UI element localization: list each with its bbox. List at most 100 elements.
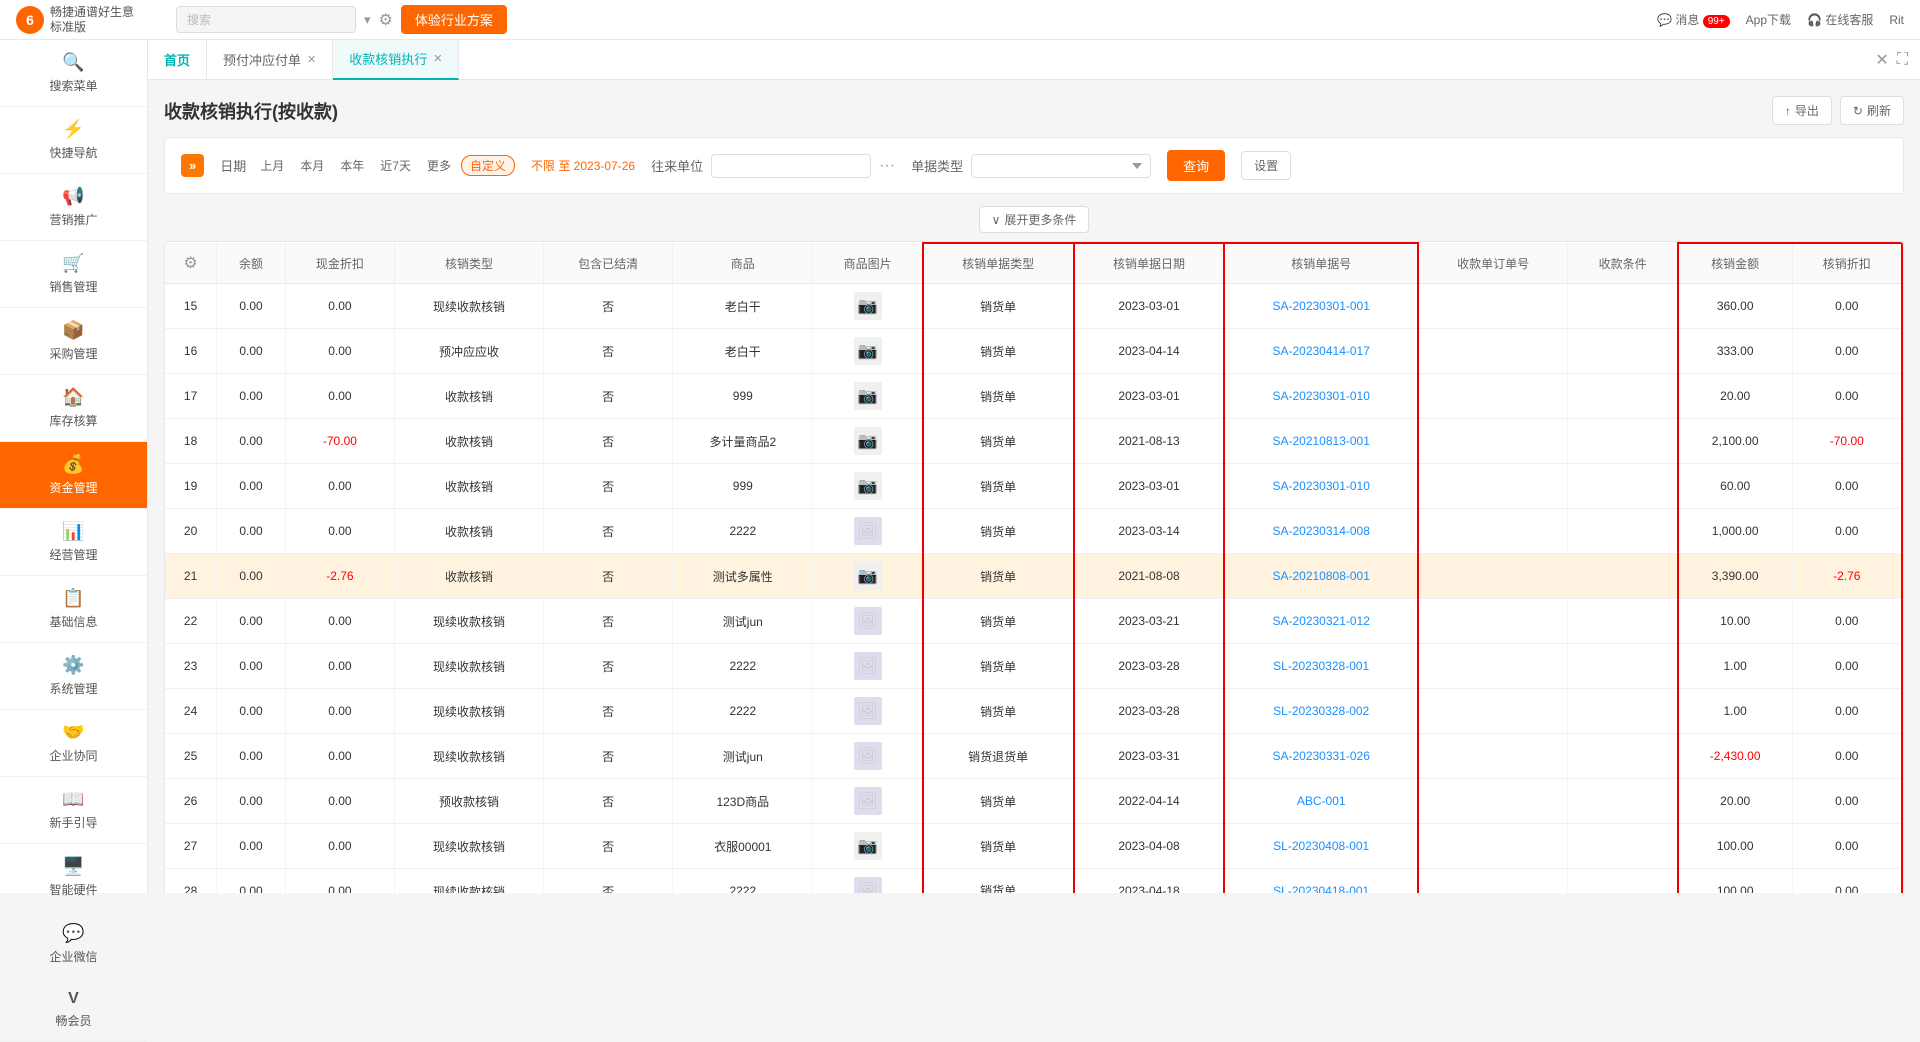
- cell-goods: 测试jun: [673, 599, 813, 644]
- voucher-no-link[interactable]: ABC-001: [1297, 794, 1346, 808]
- tab-close-window-icon[interactable]: ✕: [1875, 50, 1888, 70]
- refresh-button[interactable]: ↻ 刷新: [1840, 96, 1904, 125]
- filter-more[interactable]: 更多: [421, 155, 457, 176]
- dropdown-icon[interactable]: ▾: [364, 12, 371, 28]
- settings-icon[interactable]: ⚙: [379, 10, 393, 30]
- industry-solution-button[interactable]: 体验行业方案: [401, 5, 507, 34]
- voucher-no-link[interactable]: SA-20230321-012: [1272, 614, 1369, 628]
- cell-voucher-type: 销货单: [923, 599, 1074, 644]
- cell-receipt-order: [1418, 869, 1568, 894]
- cell-include-settled: 否: [544, 509, 673, 554]
- cell-cash-discount: 0.00: [285, 329, 394, 374]
- sales-icon: 🛒: [62, 253, 84, 274]
- cell-receipt-order: [1418, 689, 1568, 734]
- sidebar-item-wechat[interactable]: 💬 企业微信: [0, 911, 147, 978]
- tab-prepay[interactable]: 预付冲应付单 ✕: [207, 40, 333, 80]
- cell-balance: 0.00: [217, 689, 286, 734]
- voucher-no-link[interactable]: SA-20230301-010: [1272, 389, 1369, 403]
- user-name[interactable]: Rit: [1889, 13, 1904, 27]
- cell-no: 28: [165, 869, 217, 894]
- sidebar-item-finance[interactable]: 💰 资金管理: [0, 442, 147, 509]
- voucher-no-link[interactable]: SL-20230418-001: [1273, 884, 1369, 893]
- filter-expand-left[interactable]: »: [181, 154, 204, 177]
- cell-write-off-discount: -70.00: [1792, 419, 1902, 464]
- filter-7days[interactable]: 近7天: [374, 155, 417, 176]
- query-button[interactable]: 查询: [1167, 150, 1225, 181]
- voucher-no-link[interactable]: SA-20230301-001: [1272, 299, 1369, 313]
- voucher-no-link[interactable]: SL-20230408-001: [1273, 839, 1369, 853]
- filter-this-year[interactable]: 本年: [334, 155, 370, 176]
- cell-write-off-amount: -2,430.00: [1678, 734, 1792, 779]
- tab-receipt-close[interactable]: ✕: [433, 52, 442, 65]
- filter-partner-input[interactable]: [711, 154, 871, 178]
- tab-prepay-close[interactable]: ✕: [307, 53, 316, 66]
- tab-prepay-label: 预付冲应付单: [223, 50, 301, 69]
- sidebar: 🔍 搜索菜单 ⚡ 快捷导航 📢 营销推广 🛒 销售管理 📦 采购管理 🏠 库存核…: [0, 40, 148, 893]
- expand-conditions-button[interactable]: ∨ 展开更多条件: [979, 206, 1090, 233]
- filter-last-month[interactable]: 上月: [254, 155, 290, 176]
- sidebar-item-inventory[interactable]: 🏠 库存核算: [0, 375, 147, 442]
- cell-write-off-discount: 0.00: [1792, 779, 1902, 824]
- cell-cash-discount: 0.00: [285, 824, 394, 869]
- voucher-no-link[interactable]: SA-20230414-017: [1272, 344, 1369, 358]
- filter-custom[interactable]: 自定义: [461, 155, 515, 176]
- cell-voucher-type: 销货单: [923, 329, 1074, 374]
- cell-voucher-type: 销货单: [923, 464, 1074, 509]
- cell-balance: 0.00: [217, 554, 286, 599]
- sidebar-item-hardware[interactable]: 🖥️ 智能硬件: [0, 844, 147, 911]
- voucher-no-link[interactable]: SA-20210808-001: [1272, 569, 1369, 583]
- sidebar-item-purchase[interactable]: 📦 采购管理: [0, 308, 147, 375]
- sidebar-item-basic[interactable]: 📋 基础信息: [0, 576, 147, 643]
- filter-this-month[interactable]: 本月: [294, 155, 330, 176]
- search-input[interactable]: 搜索: [176, 6, 356, 33]
- cell-write-off-type: 现续收款核销: [394, 734, 543, 779]
- sidebar-item-vip[interactable]: V 畅会员: [0, 978, 147, 1042]
- setting-button[interactable]: 设置: [1241, 151, 1291, 180]
- search-icon: 🔍: [62, 52, 84, 73]
- voucher-no-link[interactable]: SA-20230331-026: [1272, 749, 1369, 763]
- cell-receipt-terms: [1568, 689, 1678, 734]
- voucher-no-link[interactable]: SA-20210813-001: [1272, 434, 1369, 448]
- voucher-no-link[interactable]: SL-20230328-001: [1273, 659, 1369, 673]
- filter-partner-dots[interactable]: ···: [879, 157, 895, 175]
- sidebar-item-guide[interactable]: 📖 新手引导: [0, 777, 147, 844]
- tab-receipt[interactable]: 收款核销执行 ✕: [333, 40, 459, 80]
- app-download-link[interactable]: App下载: [1746, 11, 1791, 28]
- cell-cash-discount: -70.00: [285, 419, 394, 464]
- cell-voucher-date: 2023-04-14: [1074, 329, 1225, 374]
- sidebar-item-system[interactable]: ⚙️ 系统管理: [0, 643, 147, 710]
- cell-voucher-no: SA-20230301-010: [1224, 464, 1417, 509]
- tab-maximize-icon[interactable]: ⛶: [1897, 51, 1908, 69]
- sidebar-item-operation[interactable]: 📊 经营管理: [0, 509, 147, 576]
- sidebar-item-sales[interactable]: 🛒 销售管理: [0, 241, 147, 308]
- cell-balance: 0.00: [217, 329, 286, 374]
- sidebar-item-marketing[interactable]: 📢 营销推广: [0, 174, 147, 241]
- page-content: 收款核销执行(按收款) ↑ 导出 ↻ 刷新 »: [148, 80, 1920, 893]
- col-header-goods: 商品: [673, 243, 813, 284]
- page-title: 收款核销执行(按收款): [164, 98, 338, 124]
- voucher-no-link[interactable]: SL-20230328-002: [1273, 704, 1369, 718]
- tab-home[interactable]: 首页: [148, 40, 207, 80]
- col-header-write-off-discount: 核销折扣: [1792, 243, 1902, 284]
- cell-voucher-type: 销货单: [923, 509, 1074, 554]
- cell-goods-img: 📷: [813, 284, 923, 329]
- voucher-no-link[interactable]: SA-20230314-008: [1272, 524, 1369, 538]
- operation-icon: 📊: [62, 521, 84, 542]
- cell-include-settled: 否: [544, 329, 673, 374]
- filter-voucher-type-select[interactable]: [971, 154, 1151, 178]
- message-area[interactable]: 💬 消息 99+: [1657, 11, 1730, 28]
- online-service-link[interactable]: 🎧 在线客服: [1807, 11, 1873, 28]
- table-header-row: ⚙ 余额 现金折扣 核销类型 包含已结清 商品 商品图片 核销单据类型 核销单据…: [165, 243, 1902, 284]
- sidebar-item-corp[interactable]: 🤝 企业协同: [0, 710, 147, 777]
- cell-write-off-discount: 0.00: [1792, 329, 1902, 374]
- column-settings-icon[interactable]: ⚙: [183, 255, 197, 272]
- cell-balance: 0.00: [217, 734, 286, 779]
- sidebar-item-search[interactable]: 🔍 搜索菜单: [0, 40, 147, 107]
- voucher-no-link[interactable]: SA-20230301-010: [1272, 479, 1369, 493]
- filter-voucher-type-item: 单据类型: [911, 154, 1151, 178]
- export-button[interactable]: ↑ 导出: [1772, 96, 1832, 125]
- expand-arrow-icon: »: [189, 158, 196, 173]
- col-header-voucher-date: 核销单据日期: [1074, 243, 1225, 284]
- cell-voucher-no: SA-20230314-008: [1224, 509, 1417, 554]
- sidebar-item-quick[interactable]: ⚡ 快捷导航: [0, 107, 147, 174]
